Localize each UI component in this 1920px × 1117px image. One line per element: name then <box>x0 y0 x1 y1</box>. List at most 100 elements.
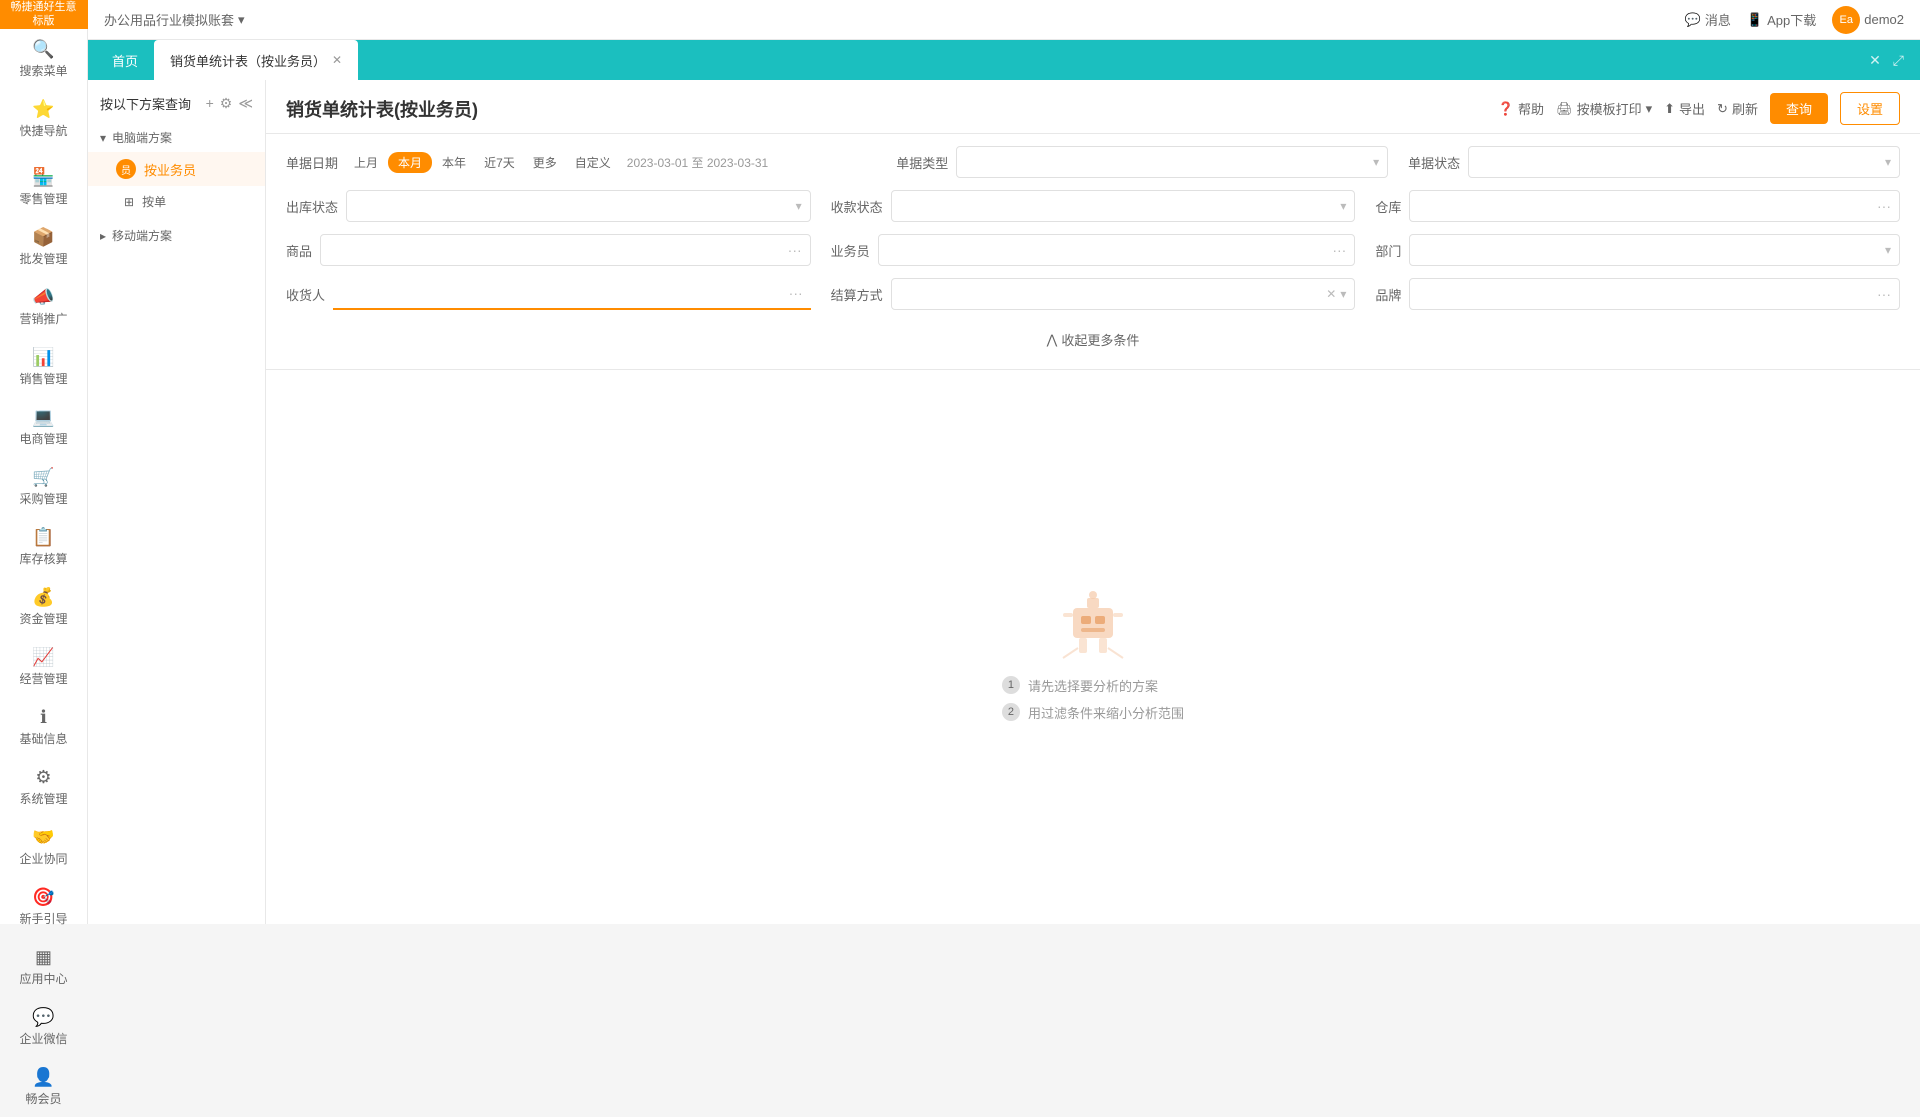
pc-scheme-header[interactable]: ▾ 电脑端方案 <box>88 123 265 152</box>
tab-home[interactable]: 首页 <box>96 40 154 80</box>
collapse-filters-btn[interactable]: ⋀ 收起更多条件 <box>286 322 1900 357</box>
sidebar-item-appcenter[interactable]: ▦ 应用中心 <box>0 937 87 997</box>
tab-bar: 首页 销货单统计表（按业务员） ✕ ✕ ⤢ <box>88 40 1920 80</box>
doc-status-chevron: ▾ <box>1885 155 1891 169</box>
brand-label: 品牌 <box>1375 285 1401 304</box>
payment-status-label: 收款状态 <box>831 197 883 216</box>
page-title: 销货单统计表(按业务员) <box>286 96 478 122</box>
maximize-btn[interactable]: ✕ ⤢ <box>1861 52 1912 69</box>
sidebar-item-wholesale[interactable]: 📦 批发管理 <box>0 217 87 277</box>
receiver-control[interactable]: ··· <box>333 278 811 310</box>
sidebar-item-ecommerce[interactable]: 💻 电商管理 <box>0 397 87 457</box>
sidebar-item-purchase[interactable]: 🛒 采购管理 <box>0 457 87 517</box>
mobile-scheme-group: ▸ 移动端方案 <box>88 221 265 250</box>
sidebar-item-quicknav[interactable]: ⭐ 快捷导航 <box>0 89 87 149</box>
collapse-panel-icon[interactable]: ≪ <box>238 95 253 112</box>
sidebar-item-member[interactable]: 👤 畅会员 <box>0 1057 87 1117</box>
sidebar-item-retail[interactable]: 🏪 零售管理 <box>0 157 87 217</box>
sidebar-item-wework[interactable]: 💬 企业微信 <box>0 997 87 1057</box>
date-tab-this-month[interactable]: 本月 <box>388 152 432 173</box>
print-btn[interactable]: 🖨 按模板打印 ▾ <box>1556 99 1652 118</box>
sidebar-item-label: 采购管理 <box>19 490 67 507</box>
export-btn[interactable]: ⬆ 导出 <box>1664 99 1705 118</box>
search-icon: 🔍 <box>32 39 54 60</box>
tab-close-btn[interactable]: ✕ <box>332 53 342 67</box>
tab-sales-stat[interactable]: 销货单统计表（按业务员） ✕ <box>154 40 358 80</box>
query-btn[interactable]: 查询 <box>1770 93 1828 124</box>
sidebar-item-sales[interactable]: 📊 销售管理 <box>0 337 87 397</box>
payment-status-control[interactable]: ▾ <box>891 190 1356 222</box>
brand-dots[interactable]: ··· <box>1877 286 1891 302</box>
settings-btn[interactable]: 设置 <box>1840 92 1900 125</box>
warehouse-dots[interactable]: ··· <box>1877 198 1891 214</box>
sidebar-item-label: 畅会员 <box>25 1090 61 1107</box>
topbar: 办公用品行业模拟账套 ▾ 💬 消息 📱 App下载 Ea demo2 <box>88 0 1920 40</box>
ecommerce-icon: 💻 <box>32 407 54 428</box>
sidebar-item-basic-info[interactable]: ℹ 基础信息 <box>0 697 87 757</box>
pc-scheme-label: 电脑端方案 <box>112 129 172 146</box>
sidebar-item-finance[interactable]: 💰 资金管理 <box>0 577 87 637</box>
stock-status-label: 出库状态 <box>286 197 338 216</box>
filter-area: 单据日期 上月 本月 本年 近7天 更多 自定义 2023-03-01 至 20… <box>266 134 1920 370</box>
settlement-clear-icon[interactable]: ✕ <box>1326 287 1336 301</box>
doc-status-control[interactable]: ▾ <box>1468 146 1900 178</box>
product-dots[interactable]: ··· <box>788 242 802 258</box>
close-window-icon: ✕ <box>1869 52 1881 68</box>
help-btn[interactable]: ❓ 帮助 <box>1498 99 1544 118</box>
operations-icon: 📈 <box>32 647 54 668</box>
app-download-btn[interactable]: 📱 App下载 <box>1747 10 1816 29</box>
step-2-num: 2 <box>1002 703 1020 721</box>
user-profile[interactable]: Ea demo2 <box>1832 6 1904 34</box>
date-tab-this-year[interactable]: 本年 <box>434 152 474 173</box>
refresh-btn[interactable]: ↻ 刷新 <box>1717 99 1758 118</box>
sidebar-item-operations[interactable]: 📈 经营管理 <box>0 637 87 697</box>
mobile-scheme-header[interactable]: ▸ 移动端方案 <box>88 221 265 250</box>
receiver-dots[interactable]: ··· <box>789 285 803 301</box>
sidebar-item-system[interactable]: ⚙ 系统管理 <box>0 757 87 817</box>
sidebar-item-collab[interactable]: 🤝 企业协同 <box>0 817 87 877</box>
logo[interactable]: 畅捷通好生意 标版 <box>0 0 88 29</box>
breadcrumb-dropdown[interactable]: 办公用品行业模拟账套 ▾ <box>104 10 245 29</box>
refresh-icon: ↻ <box>1717 101 1728 117</box>
sidebar-item-label: 营销推广 <box>19 310 67 327</box>
sidebar-item-inventory[interactable]: 📋 库存核算 <box>0 517 87 577</box>
settlement-label: 结算方式 <box>831 285 883 304</box>
sidebar-item-label: 企业微信 <box>19 1030 67 1047</box>
avatar: Ea <box>1832 6 1860 34</box>
date-tab-last-month[interactable]: 上月 <box>346 152 386 173</box>
department-control[interactable]: ▾ <box>1409 234 1900 266</box>
warehouse-control[interactable]: ··· <box>1409 190 1900 222</box>
stock-status-control[interactable]: ▾ <box>346 190 811 222</box>
sidebar-item-newuser[interactable]: 🎯 新手引导 <box>0 877 87 937</box>
product-label: 商品 <box>286 241 312 260</box>
brand-control[interactable]: ··· <box>1409 278 1900 310</box>
wework-icon: 💬 <box>32 1007 54 1028</box>
message-btn[interactable]: 💬 消息 <box>1685 10 1731 29</box>
basic-info-icon: ℹ <box>40 707 47 728</box>
sidebar-item-marketing[interactable]: 📣 营销推广 <box>0 277 87 337</box>
scheme-subitem-order[interactable]: ⊞ 按单 <box>88 186 265 217</box>
salesperson-dots[interactable]: ··· <box>1332 242 1346 258</box>
sidebar-item-search[interactable]: 🔍 搜索菜单 <box>0 29 87 89</box>
date-tab-more[interactable]: 更多 <box>525 152 565 173</box>
product-control[interactable]: ··· <box>320 234 811 266</box>
sidebar-item-label: 资金管理 <box>19 610 67 627</box>
order-scheme-icon: ⊞ <box>124 195 134 209</box>
add-scheme-icon[interactable]: + <box>206 95 214 112</box>
scheme-item-salesperson[interactable]: 员 按业务员 <box>88 152 265 186</box>
empty-steps-container: 1 请先选择要分析的方案 2 用过滤条件来缩小分析范围 <box>1002 676 1184 722</box>
date-tab-7days[interactable]: 近7天 <box>476 152 523 173</box>
settlement-control[interactable]: ✕ ▾ <box>891 278 1356 310</box>
tab-active-label: 销货单统计表（按业务员） <box>170 51 326 70</box>
settings-scheme-icon[interactable]: ⚙ <box>220 95 233 112</box>
empty-state: 1 请先选择要分析的方案 2 用过滤条件来缩小分析范围 <box>266 370 1920 924</box>
filter-item-salesperson: 业务员 ··· <box>831 234 1356 266</box>
filter-item-product: 商品 ··· <box>286 234 811 266</box>
collab-icon: 🤝 <box>32 827 54 848</box>
filter-item-doc-status: 单据状态 ▾ <box>1408 146 1900 178</box>
salesperson-control[interactable]: ··· <box>878 234 1356 266</box>
date-tab-custom[interactable]: 自定义 <box>567 152 619 173</box>
topbar-left: 办公用品行业模拟账套 ▾ <box>104 10 245 29</box>
doc-type-control[interactable]: ▾ <box>956 146 1388 178</box>
sidebar-item-label: 新手引导 <box>19 910 67 927</box>
